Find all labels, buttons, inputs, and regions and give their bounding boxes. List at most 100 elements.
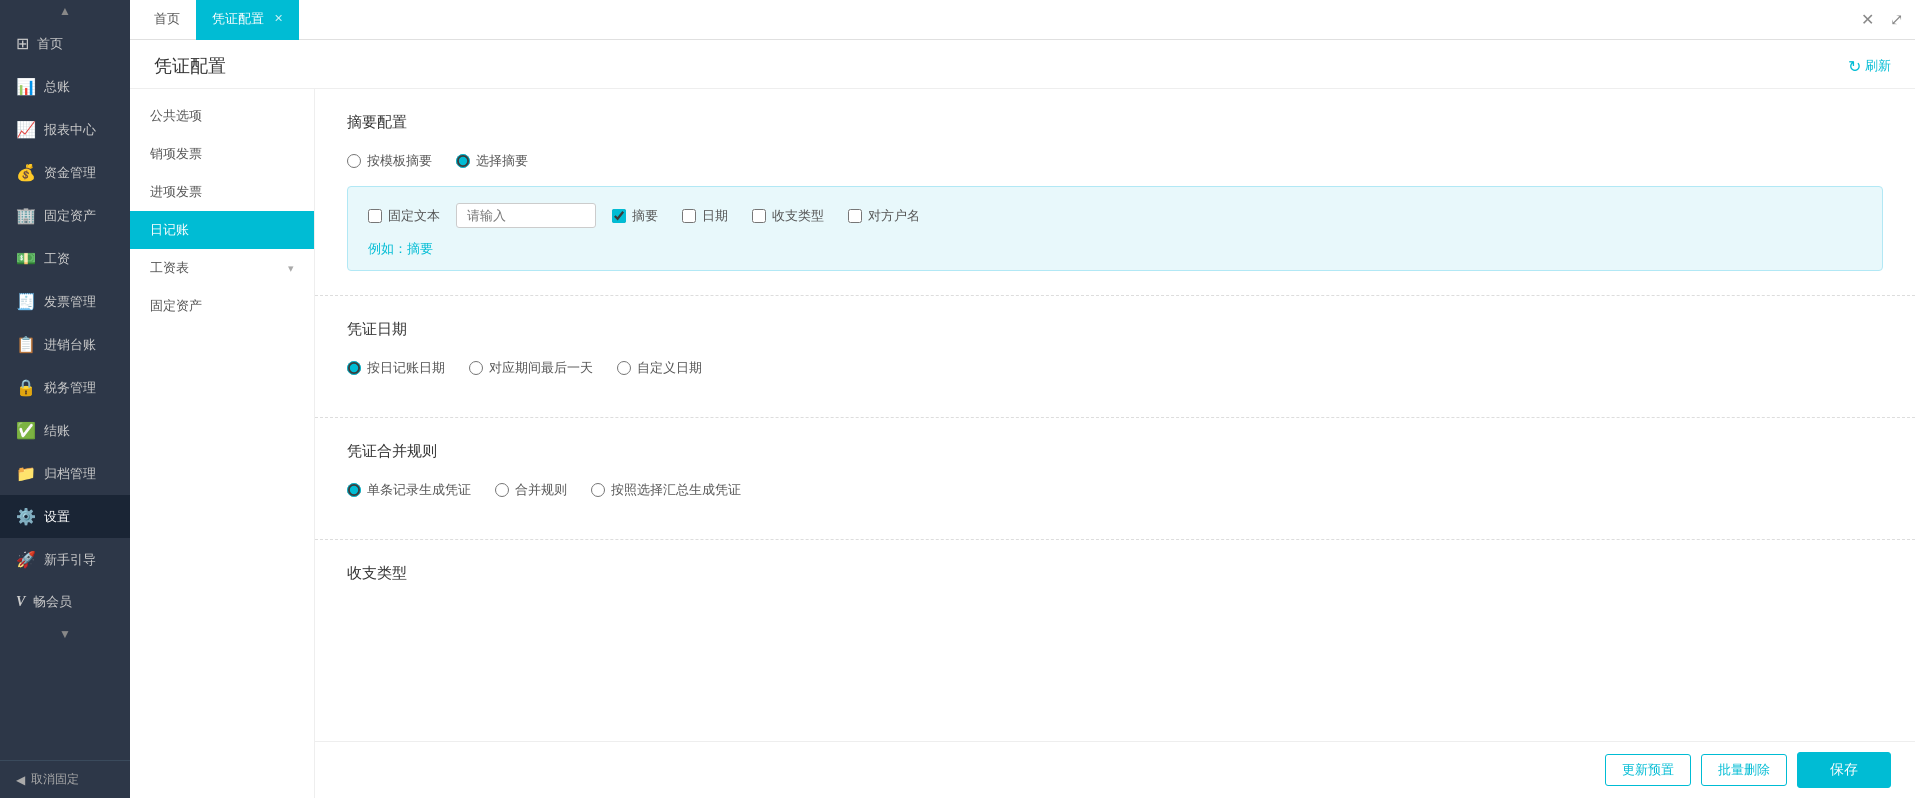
income-type-checkbox[interactable] bbox=[752, 209, 766, 223]
checkbox-counterpart[interactable]: 对方户名 bbox=[848, 207, 920, 225]
merge-section-title: 凭证合并规则 bbox=[347, 442, 1883, 461]
left-menu-item-fixed-assets[interactable]: 固定资产 bbox=[130, 287, 314, 325]
summary-section-title: 摘要配置 bbox=[347, 113, 1883, 132]
merge-selection-radio[interactable] bbox=[591, 483, 605, 497]
sidebar-item-ledger[interactable]: 📊 总账 bbox=[0, 65, 130, 108]
checkbox-date[interactable]: 日期 bbox=[682, 207, 728, 225]
funds-icon: 💰 bbox=[16, 163, 36, 182]
fixed-text-input[interactable] bbox=[456, 203, 596, 228]
sidebar-item-funds[interactable]: 💰 资金管理 bbox=[0, 151, 130, 194]
summary-example: 例如：摘要 bbox=[368, 240, 1862, 258]
save-button[interactable]: 保存 bbox=[1797, 752, 1891, 788]
invoice-icon: 🧾 bbox=[16, 292, 36, 311]
fixed-text-checkbox[interactable] bbox=[368, 209, 382, 223]
tab-voucher[interactable]: 凭证配置 ✕ bbox=[196, 0, 299, 40]
ledger-icon: 📊 bbox=[16, 77, 36, 96]
summary-option-template[interactable]: 按模板摘要 bbox=[347, 152, 432, 170]
summary-select-radio[interactable] bbox=[456, 154, 470, 168]
bottom-action-bar: 更新预置 批量删除 保存 bbox=[315, 741, 1915, 798]
merge-rule-radio[interactable] bbox=[495, 483, 509, 497]
sidebar-item-invoice[interactable]: 🧾 发票管理 bbox=[0, 280, 130, 323]
main-area: 首页 凭证配置 ✕ ✕ ⤢ 凭证配置 ↻ 刷新 公共选项 bbox=[130, 0, 1915, 798]
sidebar-scroll-down[interactable]: ▼ bbox=[0, 623, 130, 645]
sidebar-item-assets[interactable]: 🏢 固定资产 bbox=[0, 194, 130, 237]
summary-option-select[interactable]: 选择摘要 bbox=[456, 152, 528, 170]
close-window-button[interactable]: ✕ bbox=[1857, 6, 1878, 33]
sidebar-unpin-button[interactable]: ◀ 取消固定 bbox=[0, 760, 130, 798]
sales-icon: 📋 bbox=[16, 335, 36, 354]
tax-icon: 🔒 bbox=[16, 378, 36, 397]
sidebar-item-vip[interactable]: V 畅会员 bbox=[0, 581, 130, 623]
home-icon: ⊞ bbox=[16, 34, 29, 53]
sidebar-item-settings[interactable]: ⚙️ 设置 bbox=[0, 495, 130, 538]
tab-bar: 首页 凭证配置 ✕ ✕ ⤢ bbox=[130, 0, 1915, 40]
settings-icon: ⚙️ bbox=[16, 507, 36, 526]
section-summary: 摘要配置 按模板摘要 选择摘要 bbox=[315, 89, 1915, 296]
section-income-type: 收支类型 bbox=[315, 540, 1915, 627]
summary-checkbox-row: 固定文本 摘要 日期 bbox=[368, 203, 1862, 228]
date-checkbox[interactable] bbox=[682, 209, 696, 223]
sidebar-item-sales[interactable]: 📋 进销台账 bbox=[0, 323, 130, 366]
page-title: 凭证配置 bbox=[154, 54, 226, 78]
section-date: 凭证日期 按日记账日期 对应期间最后一天 bbox=[315, 296, 1915, 418]
left-menu: 公共选项 销项发票 进项发票 日记账 工资表 ▾ 固定资产 bbox=[130, 89, 315, 798]
left-menu-item-public[interactable]: 公共选项 bbox=[130, 97, 314, 135]
archive-icon: 📁 bbox=[16, 464, 36, 483]
sidebar-scroll-up[interactable]: ▲ bbox=[0, 0, 130, 22]
sidebar-item-settle[interactable]: ✅ 结账 bbox=[0, 409, 130, 452]
date-option-last-day[interactable]: 对应期间最后一天 bbox=[469, 359, 593, 377]
merge-radio-group: 单条记录生成凭证 合并规则 按照选择汇总生成凭证 bbox=[347, 481, 1883, 499]
sidebar-item-home[interactable]: ⊞ 首页 bbox=[0, 22, 130, 65]
date-custom-radio[interactable] bbox=[617, 361, 631, 375]
left-menu-item-salary-table[interactable]: 工资表 ▾ bbox=[130, 249, 314, 287]
report-icon: 📈 bbox=[16, 120, 36, 139]
assets-icon: 🏢 bbox=[16, 206, 36, 225]
left-menu-item-sales-invoice[interactable]: 销项发票 bbox=[130, 135, 314, 173]
pin-icon: ◀ bbox=[16, 773, 25, 787]
chevron-down-icon: ▾ bbox=[288, 262, 294, 275]
tab-voucher-close[interactable]: ✕ bbox=[274, 12, 283, 25]
checkbox-fixed-text[interactable]: 固定文本 bbox=[368, 207, 440, 225]
right-content: 摘要配置 按模板摘要 选择摘要 bbox=[315, 89, 1915, 741]
left-menu-item-purchase-invoice[interactable]: 进项发票 bbox=[130, 173, 314, 211]
counterpart-checkbox[interactable] bbox=[848, 209, 862, 223]
left-menu-item-journal[interactable]: 日记账 bbox=[130, 211, 314, 249]
sidebar-item-archive[interactable]: 📁 归档管理 bbox=[0, 452, 130, 495]
date-option-custom[interactable]: 自定义日期 bbox=[617, 359, 702, 377]
checkbox-summary[interactable]: 摘要 bbox=[612, 207, 658, 225]
tab-bar-actions: ✕ ⤢ bbox=[1857, 6, 1907, 33]
merge-single-radio[interactable] bbox=[347, 483, 361, 497]
date-section-title: 凭证日期 bbox=[347, 320, 1883, 339]
batch-delete-button[interactable]: 批量删除 bbox=[1701, 754, 1787, 786]
tab-home[interactable]: 首页 bbox=[138, 0, 196, 40]
income-type-section-title: 收支类型 bbox=[347, 564, 1883, 583]
salary-icon: 💵 bbox=[16, 249, 36, 268]
summary-config-box: 固定文本 摘要 日期 bbox=[347, 186, 1883, 271]
vip-icon: V bbox=[16, 594, 25, 610]
summary-checkbox[interactable] bbox=[612, 209, 626, 223]
date-radio-group: 按日记账日期 对应期间最后一天 自定义日期 bbox=[347, 359, 1883, 377]
sidebar-item-guide[interactable]: 🚀 新手引导 bbox=[0, 538, 130, 581]
section-merge: 凭证合并规则 单条记录生成凭证 合并规则 bbox=[315, 418, 1915, 540]
sidebar-item-report[interactable]: 📈 报表中心 bbox=[0, 108, 130, 151]
checkbox-income-type[interactable]: 收支类型 bbox=[752, 207, 824, 225]
date-journal-radio[interactable] bbox=[347, 361, 361, 375]
expand-window-button[interactable]: ⤢ bbox=[1886, 6, 1907, 33]
content-layout: 公共选项 销项发票 进项发票 日记账 工资表 ▾ 固定资产 bbox=[130, 89, 1915, 798]
merge-option-by-selection[interactable]: 按照选择汇总生成凭证 bbox=[591, 481, 741, 499]
sidebar: ▲ ⊞ 首页 📊 总账 📈 报表中心 💰 资金管理 🏢 固定资产 💵 工资 🧾 … bbox=[0, 0, 130, 798]
summary-template-radio[interactable] bbox=[347, 154, 361, 168]
merge-option-rule[interactable]: 合并规则 bbox=[495, 481, 567, 499]
sidebar-item-tax[interactable]: 🔒 税务管理 bbox=[0, 366, 130, 409]
guide-icon: 🚀 bbox=[16, 550, 36, 569]
merge-option-single[interactable]: 单条记录生成凭证 bbox=[347, 481, 471, 499]
date-last-day-radio[interactable] bbox=[469, 361, 483, 375]
settle-icon: ✅ bbox=[16, 421, 36, 440]
update-preview-button[interactable]: 更新预置 bbox=[1605, 754, 1691, 786]
sidebar-item-salary[interactable]: 💵 工资 bbox=[0, 237, 130, 280]
refresh-button[interactable]: ↻ 刷新 bbox=[1848, 57, 1891, 76]
page-header: 凭证配置 ↻ 刷新 bbox=[130, 40, 1915, 89]
summary-radio-group: 按模板摘要 选择摘要 bbox=[347, 152, 1883, 170]
date-option-journal[interactable]: 按日记账日期 bbox=[347, 359, 445, 377]
refresh-icon: ↻ bbox=[1848, 57, 1861, 76]
